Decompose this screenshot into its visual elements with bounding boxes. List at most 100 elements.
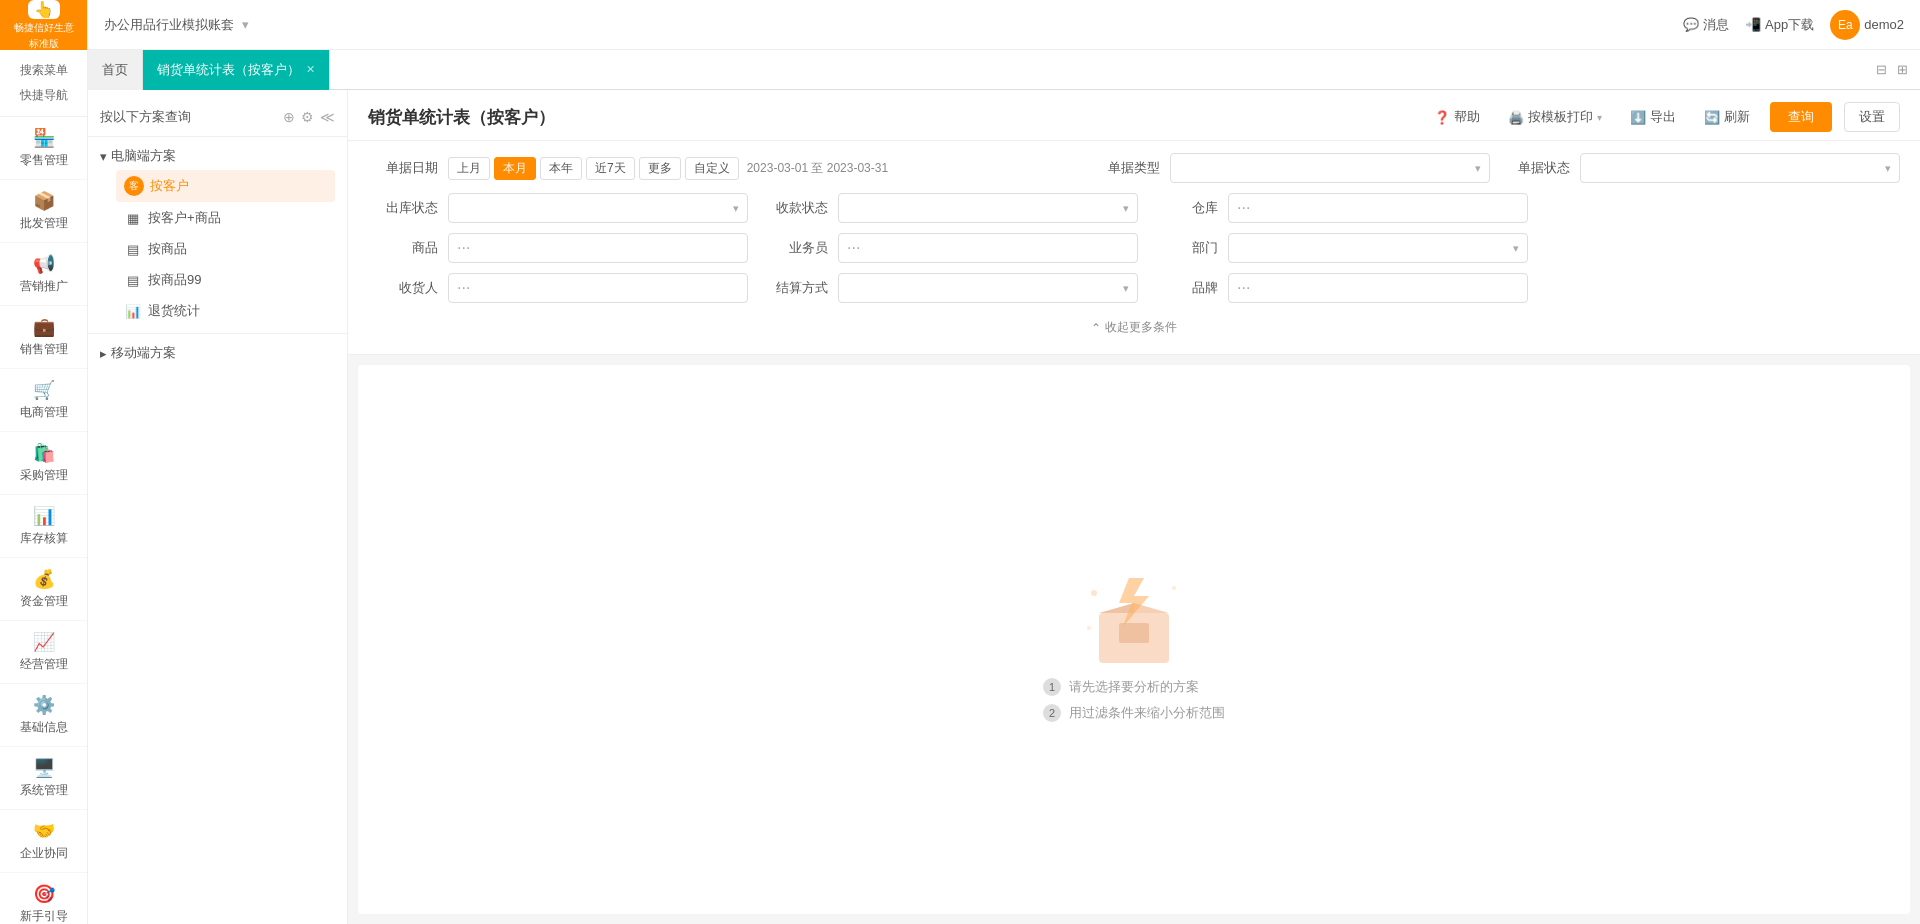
export-label: 导出 xyxy=(1650,108,1676,126)
desktop-section-arrow: ▾ xyxy=(100,149,107,164)
help-label: 帮助 xyxy=(1454,108,1480,126)
sidebar-item-sales[interactable]: 💼 销售管理 xyxy=(0,306,87,369)
settings-button[interactable]: 设置 xyxy=(1844,102,1900,132)
out-status-select[interactable]: ▾ xyxy=(448,193,748,223)
sidebar-item-purchase[interactable]: 🛍️ 采购管理 xyxy=(0,432,87,495)
user-avatar: Ea xyxy=(1830,10,1860,40)
add-scheme-btn[interactable]: ⊕ xyxy=(283,109,295,125)
sidebar-item-finance[interactable]: 💰 资金管理 xyxy=(0,558,87,621)
settlement-arrow-icon: ▾ xyxy=(1123,282,1129,295)
query-button[interactable]: 查询 xyxy=(1770,102,1832,132)
tab-sales-stats[interactable]: 销货单统计表（按客户） ✕ xyxy=(143,50,330,90)
filter-row-1: 单据日期 上月 本月 本年 近7天 更多 自定义 2023-03-01 至 20… xyxy=(368,153,1900,183)
date-btn-custom[interactable]: 自定义 xyxy=(685,157,739,180)
download-icon: 📲 xyxy=(1745,17,1761,32)
doc-status-select[interactable]: ▾ xyxy=(1580,153,1900,183)
template-print-arrow: ▾ xyxy=(1597,112,1602,123)
left-panel: 按以下方案查询 ⊕ ⚙ ≪ ▾ 电脑端方案 客 按客户 xyxy=(88,90,348,924)
app-download-label: App下载 xyxy=(1765,16,1814,34)
out-status-arrow-icon: ▾ xyxy=(733,202,739,215)
wholesale-icon: 📦 xyxy=(33,190,55,212)
tab-expand-controls: ⊟ ⊞ xyxy=(1864,62,1920,77)
date-btn-more[interactable]: 更多 xyxy=(639,157,681,180)
sidebar-item-system[interactable]: 🖥️ 系统管理 xyxy=(0,747,87,810)
user-name: demo2 xyxy=(1864,17,1904,32)
basic-icon: ⚙️ xyxy=(33,694,55,716)
payment-status-select[interactable]: ▾ xyxy=(838,193,1138,223)
help-btn[interactable]: ❓ 帮助 xyxy=(1426,104,1488,130)
sidebar-item-operations[interactable]: 📈 经营管理 xyxy=(0,621,87,684)
tree-item-product-99[interactable]: ▤ 按商品99 xyxy=(116,265,335,295)
app-logo: 👆 畅捷信好生意 标准版 xyxy=(0,0,87,50)
mobile-section-label: 移动端方案 xyxy=(111,344,176,362)
system-label: 系统管理 xyxy=(20,782,68,799)
purchase-icon: 🛍️ xyxy=(33,442,55,464)
product-99-label: 按商品99 xyxy=(148,271,201,289)
tab-close-icon[interactable]: ✕ xyxy=(306,63,315,76)
department-select[interactable]: ▾ xyxy=(1228,233,1528,263)
tab-home[interactable]: 首页 xyxy=(88,50,143,90)
sidebar-item-enterprise[interactable]: 🤝 企业协同 xyxy=(0,810,87,873)
date-btn-current-year[interactable]: 本年 xyxy=(540,157,582,180)
refresh-label: 刷新 xyxy=(1724,108,1750,126)
tree-item-customer-product[interactable]: ▦ 按客户+商品 xyxy=(116,203,335,233)
warehouse-input[interactable]: ··· xyxy=(1228,193,1528,223)
date-btn-last-7days[interactable]: 近7天 xyxy=(586,157,635,180)
user-menu[interactable]: Ea demo2 xyxy=(1830,10,1904,40)
refresh-btn[interactable]: 🔄 刷新 xyxy=(1696,104,1758,130)
sidebar-item-ecommerce[interactable]: 🛒 电商管理 xyxy=(0,369,87,432)
collapse-panel-btn[interactable]: ≪ xyxy=(320,109,335,125)
tab-minimize-icon[interactable]: ⊟ xyxy=(1876,62,1887,77)
sidebar-item-marketing[interactable]: 📢 营销推广 xyxy=(0,243,87,306)
message-btn[interactable]: 💬 消息 xyxy=(1683,16,1729,34)
tab-maximize-icon[interactable]: ⊞ xyxy=(1897,62,1908,77)
print-icon: 🖨️ xyxy=(1508,110,1524,125)
by-product-icon: ▤ xyxy=(124,240,142,258)
desktop-section-header[interactable]: ▾ 电脑端方案 xyxy=(100,143,335,169)
ecommerce-label: 电商管理 xyxy=(20,404,68,421)
doc-type-arrow-icon: ▾ xyxy=(1475,162,1481,175)
date-label: 单据日期 xyxy=(368,159,438,177)
mobile-section-header[interactable]: ▸ 移动端方案 xyxy=(100,340,335,366)
sidebar: 👆 畅捷信好生意 标准版 搜索菜单 快捷导航 🏪 零售管理 📦 批发管理 📢 营… xyxy=(0,0,88,924)
tree-item-by-customer[interactable]: 客 按客户 xyxy=(116,170,335,202)
collapse-filter-btn[interactable]: ⌃ 收起更多条件 xyxy=(368,313,1900,342)
tree-item-by-product[interactable]: ▤ 按商品 xyxy=(116,234,335,264)
desktop-section: ▾ 电脑端方案 客 按客户 ▦ 按客户+商品 ▤ 按商品 xyxy=(88,139,347,331)
filter-area: 单据日期 上月 本月 本年 近7天 更多 自定义 2023-03-01 至 20… xyxy=(348,141,1920,355)
export-btn[interactable]: ⬇️ 导出 xyxy=(1622,104,1684,130)
date-btn-current-month[interactable]: 本月 xyxy=(494,157,536,180)
sidebar-item-inventory[interactable]: 📊 库存核算 xyxy=(0,495,87,558)
sidebar-item-newbie[interactable]: 🎯 新手引导 xyxy=(0,873,87,924)
date-btn-last-month[interactable]: 上月 xyxy=(448,157,490,180)
tree-item-return-stats[interactable]: 📊 退货统计 xyxy=(116,296,335,326)
sidebar-item-retail[interactable]: 🏪 零售管理 xyxy=(0,117,87,180)
quick-nav-item[interactable]: 快捷导航 xyxy=(6,83,81,108)
product-input[interactable]: ··· xyxy=(448,233,748,263)
by-product-label: 按商品 xyxy=(148,240,187,258)
sidebar-item-basic[interactable]: ⚙️ 基础信息 xyxy=(0,684,87,747)
salesperson-label: 业务员 xyxy=(758,239,828,257)
app-download-btn[interactable]: 📲 App下载 xyxy=(1745,16,1814,34)
template-print-btn[interactable]: 🖨️ 按模板打印 ▾ xyxy=(1500,104,1610,130)
tip-text-1: 请先选择要分析的方案 xyxy=(1069,678,1199,696)
finance-label: 资金管理 xyxy=(20,593,68,610)
refresh-icon: 🔄 xyxy=(1704,110,1720,125)
salesperson-input[interactable]: ··· xyxy=(838,233,1138,263)
brand-input[interactable]: ··· xyxy=(1228,273,1528,303)
department-arrow-icon: ▾ xyxy=(1513,242,1519,255)
tip-num-1: 1 xyxy=(1043,678,1061,696)
left-panel-header: 按以下方案查询 ⊕ ⚙ ≪ xyxy=(88,100,347,134)
industry-dropdown-icon[interactable]: ▾ xyxy=(242,17,249,32)
search-menu-item[interactable]: 搜索菜单 xyxy=(6,58,81,83)
settlement-select[interactable]: ▾ xyxy=(838,273,1138,303)
settlement-label: 结算方式 xyxy=(758,279,828,297)
sales-label: 销售管理 xyxy=(20,341,68,358)
tip-text-2: 用过滤条件来缩小分析范围 xyxy=(1069,704,1225,722)
doc-type-select[interactable]: ▾ xyxy=(1170,153,1490,183)
sidebar-item-wholesale[interactable]: 📦 批发管理 xyxy=(0,180,87,243)
edit-scheme-btn[interactable]: ⚙ xyxy=(301,109,314,125)
sales-icon: 💼 xyxy=(33,316,55,338)
receiver-input[interactable]: ··· xyxy=(448,273,748,303)
wholesale-label: 批发管理 xyxy=(20,215,68,232)
